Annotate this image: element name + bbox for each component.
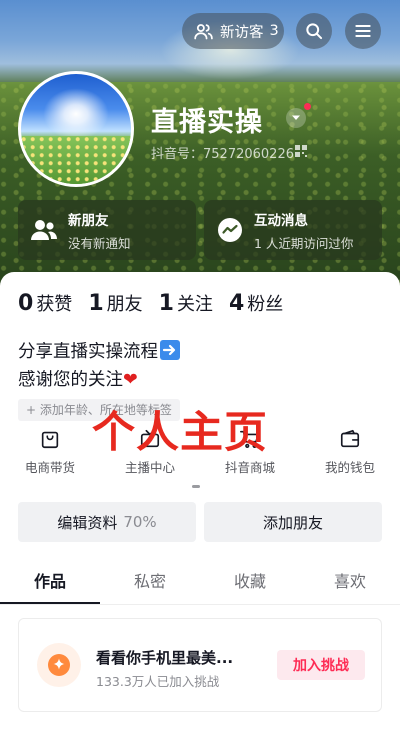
tool-wallet-label: 我的钱包 bbox=[324, 460, 375, 475]
tabs-divider bbox=[0, 604, 400, 605]
new-friends-subtitle: 没有新通知 bbox=[68, 235, 131, 251]
stat-friends-label: 朋友 bbox=[106, 294, 143, 315]
tool-wallet[interactable]: 我的钱包 bbox=[300, 428, 400, 484]
challenge-card[interactable]: 看看你手机里最美... 133.3万人已加入挑战 加入挑战 bbox=[18, 618, 382, 712]
stat-followers-value: 4 bbox=[228, 291, 245, 316]
profile-completion-percent: 70% bbox=[123, 513, 157, 531]
interaction-messages-title: 互动消息 bbox=[254, 212, 308, 229]
add-friend-label: 添加朋友 bbox=[262, 513, 323, 532]
bio-line-2: 感谢您的关注 bbox=[18, 370, 123, 390]
stat-following[interactable]: 1 关注 bbox=[159, 290, 213, 316]
nickname[interactable]: 直播实操 bbox=[151, 100, 263, 139]
tool-ecommerce-label: 电商带货 bbox=[24, 460, 75, 475]
avatar-sun bbox=[43, 88, 109, 140]
stat-likes[interactable]: 0 获赞 bbox=[18, 290, 72, 316]
new-friends-title: 新朋友 bbox=[68, 212, 109, 229]
profile-stats: 0 获赞 1 朋友 1 关注 4 粉丝 bbox=[18, 290, 283, 316]
stat-friends-value: 1 bbox=[88, 291, 104, 316]
account-switch-button[interactable] bbox=[286, 108, 306, 128]
message-icon bbox=[216, 216, 244, 244]
edit-profile-label: 编辑资料 bbox=[57, 513, 118, 532]
interaction-messages-card[interactable]: 互动消息 1 人近期访问过你 bbox=[204, 200, 382, 260]
avatar[interactable] bbox=[18, 71, 134, 187]
tab-likes[interactable]: 喜欢 bbox=[300, 566, 400, 604]
stat-followers[interactable]: 4 粉丝 bbox=[229, 290, 283, 316]
new-visitors-button[interactable]: 新访客 3 bbox=[182, 13, 284, 49]
chevron-down-icon bbox=[292, 115, 300, 120]
tab-favorites[interactable]: 收藏 bbox=[200, 566, 300, 604]
tool-ecommerce[interactable]: 电商带货 bbox=[0, 428, 100, 484]
tools-page-indicator bbox=[192, 485, 200, 488]
avatar-meadow bbox=[21, 136, 131, 184]
challenge-title: 看看你手机里最美... bbox=[96, 649, 234, 667]
tab-works[interactable]: 作品 bbox=[0, 566, 100, 604]
stat-following-label: 关注 bbox=[176, 294, 213, 315]
visitor-count: 3 bbox=[269, 23, 279, 39]
profile-bio[interactable]: 分享直播实操流程 感谢您的关注❤ bbox=[18, 338, 180, 394]
stat-likes-value: 0 bbox=[18, 291, 34, 316]
join-challenge-button[interactable]: 加入挑战 bbox=[277, 650, 365, 680]
sparkle-icon bbox=[37, 643, 81, 687]
search-icon bbox=[306, 23, 323, 40]
add-friend-button[interactable]: 添加朋友 bbox=[204, 502, 382, 542]
visitor-label: 新访客 bbox=[220, 24, 264, 41]
menu-button[interactable] bbox=[345, 13, 381, 49]
douyin-id: 抖音号：75272060226 bbox=[151, 147, 294, 162]
bio-line-1: 分享直播实操流程 bbox=[18, 342, 158, 362]
stat-likes-label: 获赞 bbox=[36, 294, 73, 315]
stat-followers-label: 粉丝 bbox=[247, 294, 284, 315]
visitors-icon bbox=[194, 23, 213, 39]
stat-following-value: 1 bbox=[158, 291, 174, 316]
qr-code-icon[interactable] bbox=[295, 145, 307, 157]
friends-icon bbox=[30, 216, 58, 244]
new-friends-card[interactable]: 新朋友 没有新通知 bbox=[18, 200, 196, 260]
wallet-icon bbox=[340, 429, 360, 448]
edit-profile-button[interactable]: 编辑资料 70% bbox=[18, 502, 196, 542]
overlay-title: 个人主页 bbox=[92, 408, 268, 458]
heart-icon: ❤ bbox=[123, 370, 138, 390]
notification-dot bbox=[304, 103, 311, 110]
search-button[interactable] bbox=[296, 13, 332, 49]
challenge-subtitle: 133.3万人已加入挑战 bbox=[96, 674, 220, 689]
menu-icon bbox=[355, 25, 371, 37]
interaction-messages-subtitle: 1 人近期访问过你 bbox=[254, 235, 354, 251]
arrow-right-icon bbox=[160, 340, 180, 360]
tab-private[interactable]: 私密 bbox=[100, 566, 200, 604]
stat-friends[interactable]: 1 朋友 bbox=[88, 290, 142, 316]
content-tabs: 作品 私密 收藏 喜欢 bbox=[0, 566, 400, 604]
shopping-bag-icon bbox=[41, 431, 59, 449]
